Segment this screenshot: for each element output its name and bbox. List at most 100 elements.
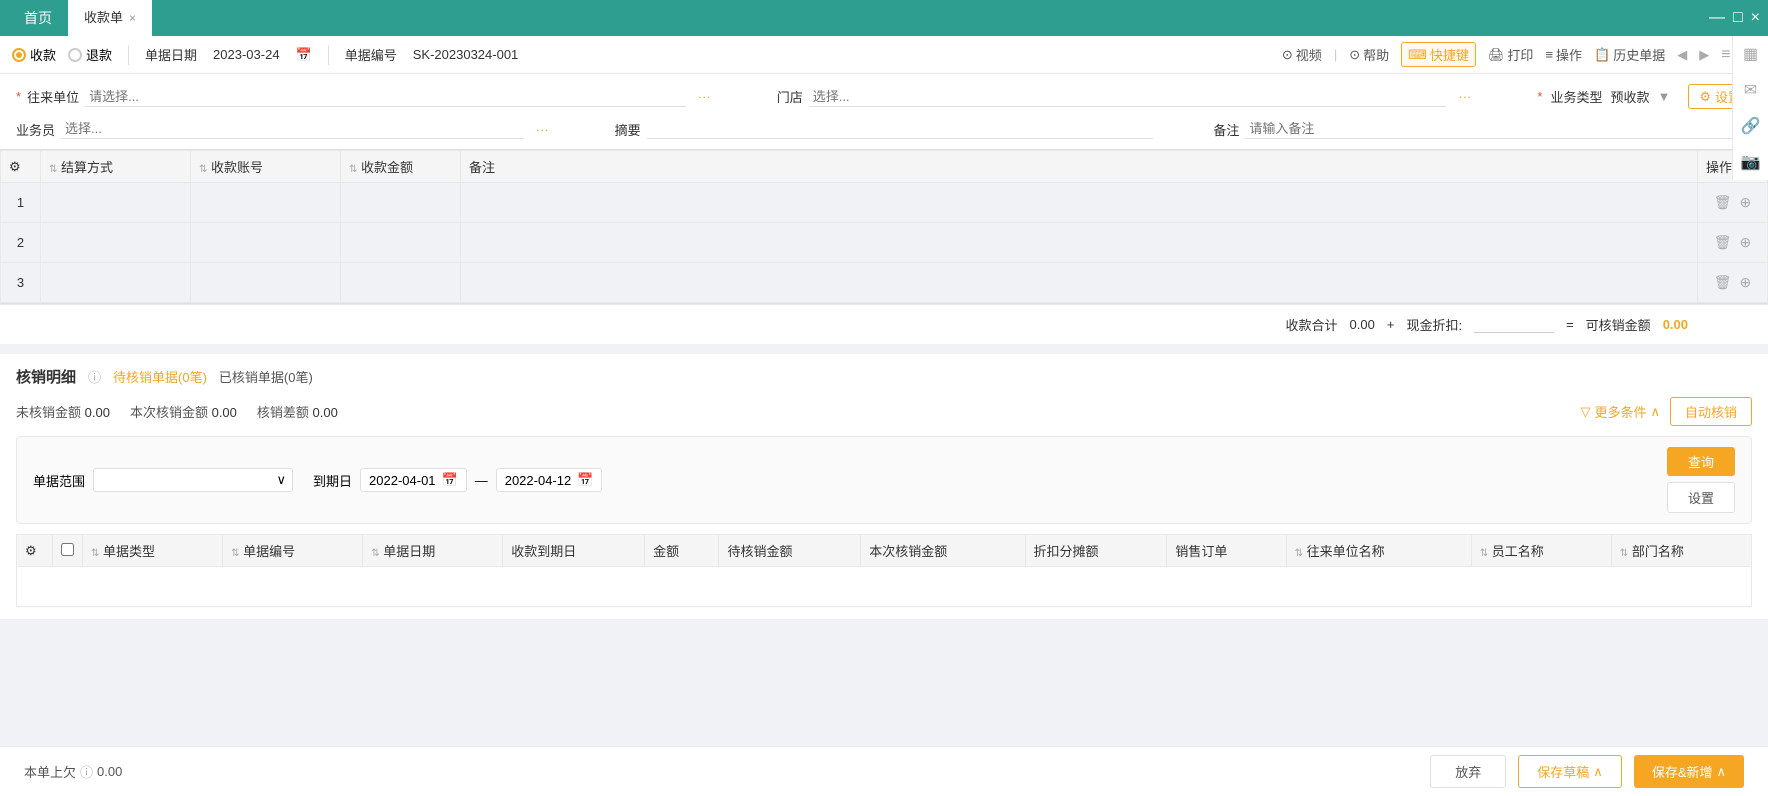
radio-refund[interactable]: 退款 — [68, 45, 112, 64]
shortcut-btn[interactable]: ⌨ 快捷键 — [1401, 42, 1476, 67]
bt-col-settings-header[interactable]: ⚙ — [17, 535, 53, 567]
business-type-value: 预收款 — [1610, 87, 1649, 106]
radio-refund-label: 退款 — [86, 45, 112, 64]
tab-home[interactable]: 首页 — [8, 0, 68, 36]
print-btn[interactable]: 🖨 打印 — [1488, 45, 1534, 64]
auto-verify-btn[interactable]: 自动核销 — [1670, 397, 1752, 426]
done-tab[interactable]: 已核销单据(0笔) — [219, 367, 313, 386]
doc-no-label: 单据编号 — [345, 45, 397, 64]
store-input[interactable] — [809, 87, 1447, 107]
row-settlement-3[interactable] — [41, 263, 191, 303]
row-account-1[interactable] — [191, 183, 341, 223]
counterparty-more-icon[interactable]: ··· — [698, 89, 711, 104]
current-amount: 本次核销金额 0.00 — [130, 402, 237, 421]
salesperson-label: 业务员 — [16, 120, 55, 139]
help-btn[interactable]: ⊙ 帮助 — [1349, 45, 1389, 64]
row-account-2[interactable] — [191, 223, 341, 263]
store-more-icon[interactable]: ··· — [1458, 89, 1471, 104]
bt-type-sort-icon: ⇅ — [91, 548, 99, 559]
operation-btn[interactable]: ≡ 操作 — [1545, 45, 1582, 64]
bt-col-type-header: ⇅ 单据类型 — [83, 535, 223, 567]
filter-settings-btn[interactable]: 设置 — [1667, 482, 1735, 513]
salesperson-input[interactable] — [61, 119, 524, 139]
row-copy-icon-1[interactable]: ⊕ — [1740, 194, 1752, 211]
tab-close-icon[interactable]: × — [129, 0, 136, 36]
date-to-input[interactable]: 2022-04-12 📅 — [496, 468, 603, 492]
verification-info-icon[interactable]: ⓘ — [88, 367, 101, 386]
row-amount-2[interactable] — [341, 223, 461, 263]
summary-input[interactable] — [647, 119, 1154, 139]
bt-sales-label: 销售订单 — [1175, 544, 1227, 559]
row-copy-icon-2[interactable]: ⊕ — [1740, 234, 1752, 251]
abandon-btn[interactable]: 放弃 — [1430, 755, 1506, 788]
row-delete-icon-2[interactable]: 🗑 — [1714, 234, 1732, 251]
table-sidebar-icon[interactable]: ▦ — [1743, 44, 1758, 64]
calendar-to-icon[interactable]: 📅 — [577, 472, 593, 488]
row-idx-3: 3 — [1, 263, 41, 303]
row-delete-icon-1[interactable]: 🗑 — [1714, 194, 1732, 211]
save-draft-btn[interactable]: 保存草稿 ∧ — [1518, 755, 1622, 788]
form-row-2: 业务员 ··· 摘要 备注 — [16, 119, 1752, 139]
more-filter-label: 更多条件 — [1594, 402, 1646, 421]
calendar-icon[interactable]: 📅 — [296, 47, 312, 63]
row-remark-3[interactable] — [461, 263, 1698, 303]
list-icon[interactable]: ≡ — [1721, 46, 1730, 64]
radio-receipt-label: 收款 — [30, 45, 56, 64]
row-remark-1[interactable] — [461, 183, 1698, 223]
bt-settings-icon[interactable]: ⚙ — [25, 543, 37, 558]
col-settings-header[interactable]: ⚙ — [1, 151, 41, 183]
table-settings-icon[interactable]: ⚙ — [9, 159, 21, 174]
row-delete-icon-3[interactable]: 🗑 — [1714, 274, 1732, 291]
tab-active[interactable]: 收款单 × — [68, 0, 152, 36]
date-range-dash: — — [475, 473, 488, 488]
receipt-table: ⚙ ⇅ 结算方式 ⇅ 收款账号 ⇅ 收款金额 备注 操作 — [0, 150, 1768, 303]
remark-input[interactable] — [1245, 119, 1752, 139]
row-remark-2[interactable] — [461, 223, 1698, 263]
window-maximize-icon[interactable]: □ — [1733, 9, 1743, 27]
row-settlement-1[interactable] — [41, 183, 191, 223]
business-type-chevron-icon[interactable]: ▼ — [1657, 89, 1670, 104]
row-settlement-2[interactable] — [41, 223, 191, 263]
settlement-sort-icon: ⇅ — [49, 164, 57, 175]
row-copy-icon-3[interactable]: ⊕ — [1740, 274, 1752, 291]
shortcut-icon: ⌨ — [1408, 47, 1427, 63]
save-new-btn[interactable]: 保存&新增 ∧ — [1634, 755, 1744, 788]
salesperson-more-icon[interactable]: ··· — [536, 122, 549, 137]
save-draft-label: 保存草稿 — [1537, 762, 1589, 781]
summary-row: 收款合计 0.00 + 现金折扣: = 可核销金额 0.00 — [0, 304, 1768, 344]
filter-action-btns: 查询 设置 — [1667, 447, 1735, 513]
total-label: 收款合计 — [1286, 315, 1338, 334]
calendar-from-icon[interactable]: 📅 — [442, 472, 458, 488]
envelope-sidebar-icon[interactable]: ✉ — [1744, 80, 1757, 100]
video-btn[interactable]: ⊙ 视频 — [1282, 45, 1322, 64]
camera-sidebar-icon[interactable]: 📷 — [1741, 152, 1761, 172]
more-filter-btn[interactable]: ▽ 更多条件 ∧ — [1580, 402, 1660, 421]
next-icon[interactable]: ▶ — [1699, 47, 1709, 63]
pending-tab[interactable]: 待核销单据(0笔) — [113, 367, 207, 386]
row-amount-1[interactable] — [341, 183, 461, 223]
footer-info-label: 本单上欠 — [24, 762, 76, 781]
counterparty-input[interactable] — [85, 87, 686, 107]
date-from-input[interactable]: 2022-04-01 📅 — [360, 468, 467, 492]
store-field: 门店 ··· — [777, 87, 1478, 107]
window-close-icon[interactable]: × — [1751, 9, 1760, 27]
date-filter-field: 到期日 2022-04-01 📅 — 2022-04-12 📅 — [313, 468, 602, 492]
history-btn[interactable]: 📋 历史单据 — [1594, 45, 1665, 64]
link-sidebar-icon[interactable]: 🔗 — [1741, 116, 1761, 136]
prev-icon[interactable]: ◀ — [1677, 47, 1687, 63]
bt-select-all-checkbox[interactable] — [61, 543, 74, 556]
row-actions-1: 🗑 ⊕ — [1698, 183, 1768, 223]
range-select[interactable]: ∨ — [93, 468, 293, 492]
equals-sign: = — [1566, 317, 1574, 332]
row-amount-3[interactable] — [341, 263, 461, 303]
row-account-3[interactable] — [191, 263, 341, 303]
video-icon: ⊙ — [1282, 47, 1293, 63]
date-label: 到期日 — [313, 471, 352, 490]
query-btn[interactable]: 查询 — [1667, 447, 1735, 476]
discount-input[interactable] — [1474, 317, 1554, 333]
bt-col-discount-header: 折扣分摊额 — [1025, 535, 1167, 567]
window-minimize-icon[interactable]: — — [1709, 9, 1725, 27]
range-filter-field: 单据范围 ∨ — [33, 468, 293, 492]
radio-receipt[interactable]: 收款 — [12, 45, 56, 64]
save-new-chevron-icon: ∧ — [1716, 764, 1726, 780]
